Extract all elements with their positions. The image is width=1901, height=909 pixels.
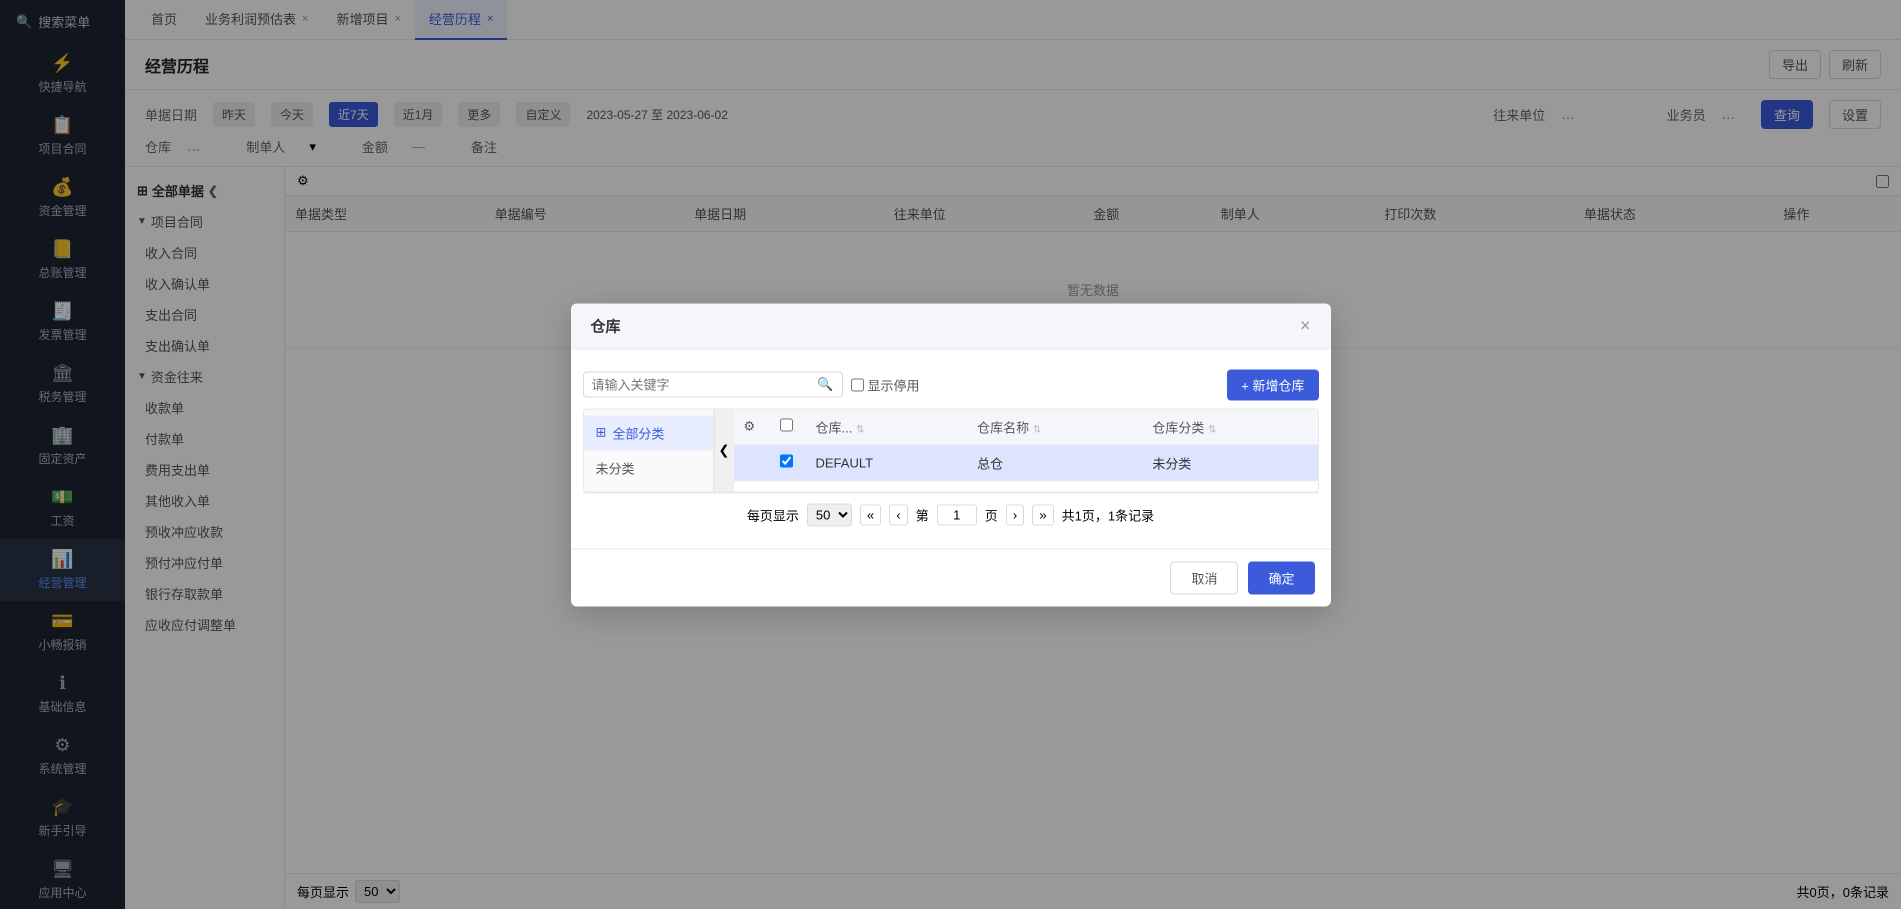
page-prefix: 第 — [916, 505, 929, 524]
warehouse-name-header: 仓库名称 — [977, 420, 1029, 435]
show-disabled-label[interactable]: 显示停用 — [851, 375, 920, 394]
dialog-per-page-label: 每页显示 — [747, 505, 799, 524]
grid-cat-icon: ⊞ — [596, 425, 607, 441]
select-all-warehouse[interactable] — [780, 419, 793, 432]
dialog-search-input[interactable] — [592, 377, 818, 392]
row-code: DEFAULT — [806, 445, 968, 481]
page-suffix: 页 — [985, 505, 998, 524]
prev-page-btn[interactable]: ‹ — [889, 504, 907, 525]
dialog-content: ⊞ 全部分类 未分类 ❮ ⚙ — [583, 408, 1319, 492]
next-page-btn[interactable]: › — [1006, 504, 1024, 525]
th-warehouse-name: 仓库名称 ⇅ — [967, 409, 1142, 445]
collapse-panel-btn[interactable]: ❮ — [714, 409, 734, 491]
dialog-toolbar: 🔍 显示停用 + 新增仓库 — [583, 361, 1319, 408]
add-warehouse-button[interactable]: + 新增仓库 — [1227, 369, 1318, 400]
dialog-pagination: 每页显示 50 « ‹ 第 页 › » 共1页，1条记录 — [583, 492, 1319, 536]
row-select-checkbox[interactable] — [780, 455, 793, 468]
warehouse-table: ⚙ 仓库... ⇅ 仓库名称 ⇅ 仓库分类 — [734, 409, 1318, 481]
warehouse-dialog: 仓库 × 🔍 显示停用 + 新增仓库 ⊞ 全部分类 — [571, 303, 1331, 606]
sort-icon-cat[interactable]: ⇅ — [1208, 424, 1216, 435]
table-row[interactable]: DEFAULT 总仓 未分类 — [734, 445, 1318, 481]
unclassified-item[interactable]: 未分类 — [584, 450, 713, 485]
dialog-left-container: ⊞ 全部分类 未分类 ❮ — [584, 409, 734, 491]
show-disabled-text: 显示停用 — [868, 375, 920, 394]
dialog-actions: 取消 确定 — [571, 548, 1331, 606]
sort-icon-code[interactable]: ⇅ — [856, 424, 864, 435]
row-settings — [734, 445, 770, 481]
dialog-title: 仓库 — [591, 315, 621, 336]
row-category: 未分类 — [1142, 445, 1317, 481]
dialog-per-page-select[interactable]: 50 — [807, 503, 852, 526]
cancel-button[interactable]: 取消 — [1170, 561, 1238, 594]
warehouse-table-header: ⚙ 仓库... ⇅ 仓库名称 ⇅ 仓库分类 — [734, 409, 1318, 445]
warehouse-code-header: 仓库... — [816, 420, 853, 435]
confirm-button[interactable]: 确定 — [1248, 561, 1314, 594]
row-checkbox[interactable] — [770, 445, 806, 481]
sort-icon-name[interactable]: ⇅ — [1033, 424, 1041, 435]
dialog-header: 仓库 × — [571, 303, 1331, 349]
dialog-category-panel: ⊞ 全部分类 未分类 — [584, 409, 714, 491]
all-category-label: 全部分类 — [612, 423, 664, 442]
dialog-body: 🔍 显示停用 + 新增仓库 ⊞ 全部分类 未分类 — [571, 349, 1331, 548]
dialog-total: 共1页，1条记录 — [1062, 505, 1154, 524]
first-page-btn[interactable]: « — [860, 504, 881, 525]
unclassified-label: 未分类 — [596, 458, 635, 477]
th-warehouse-category: 仓库分类 ⇅ — [1142, 409, 1317, 445]
all-category-item[interactable]: ⊞ 全部分类 — [584, 415, 713, 450]
warehouse-category-header: 仓库分类 — [1152, 420, 1204, 435]
dialog-search-icon: 🔍 — [817, 377, 833, 393]
th-checkbox[interactable] — [770, 409, 806, 445]
dialog-table-area: ⚙ 仓库... ⇅ 仓库名称 ⇅ 仓库分类 — [734, 409, 1318, 491]
page-number-input[interactable] — [937, 504, 977, 525]
show-disabled-checkbox[interactable] — [851, 378, 864, 391]
dialog-close-button[interactable]: × — [1300, 315, 1311, 336]
th-settings[interactable]: ⚙ — [734, 409, 770, 445]
row-name: 总仓 — [967, 445, 1142, 481]
last-page-btn[interactable]: » — [1032, 504, 1053, 525]
dialog-search-box[interactable]: 🔍 — [583, 372, 843, 398]
th-warehouse-code: 仓库... ⇅ — [806, 409, 968, 445]
